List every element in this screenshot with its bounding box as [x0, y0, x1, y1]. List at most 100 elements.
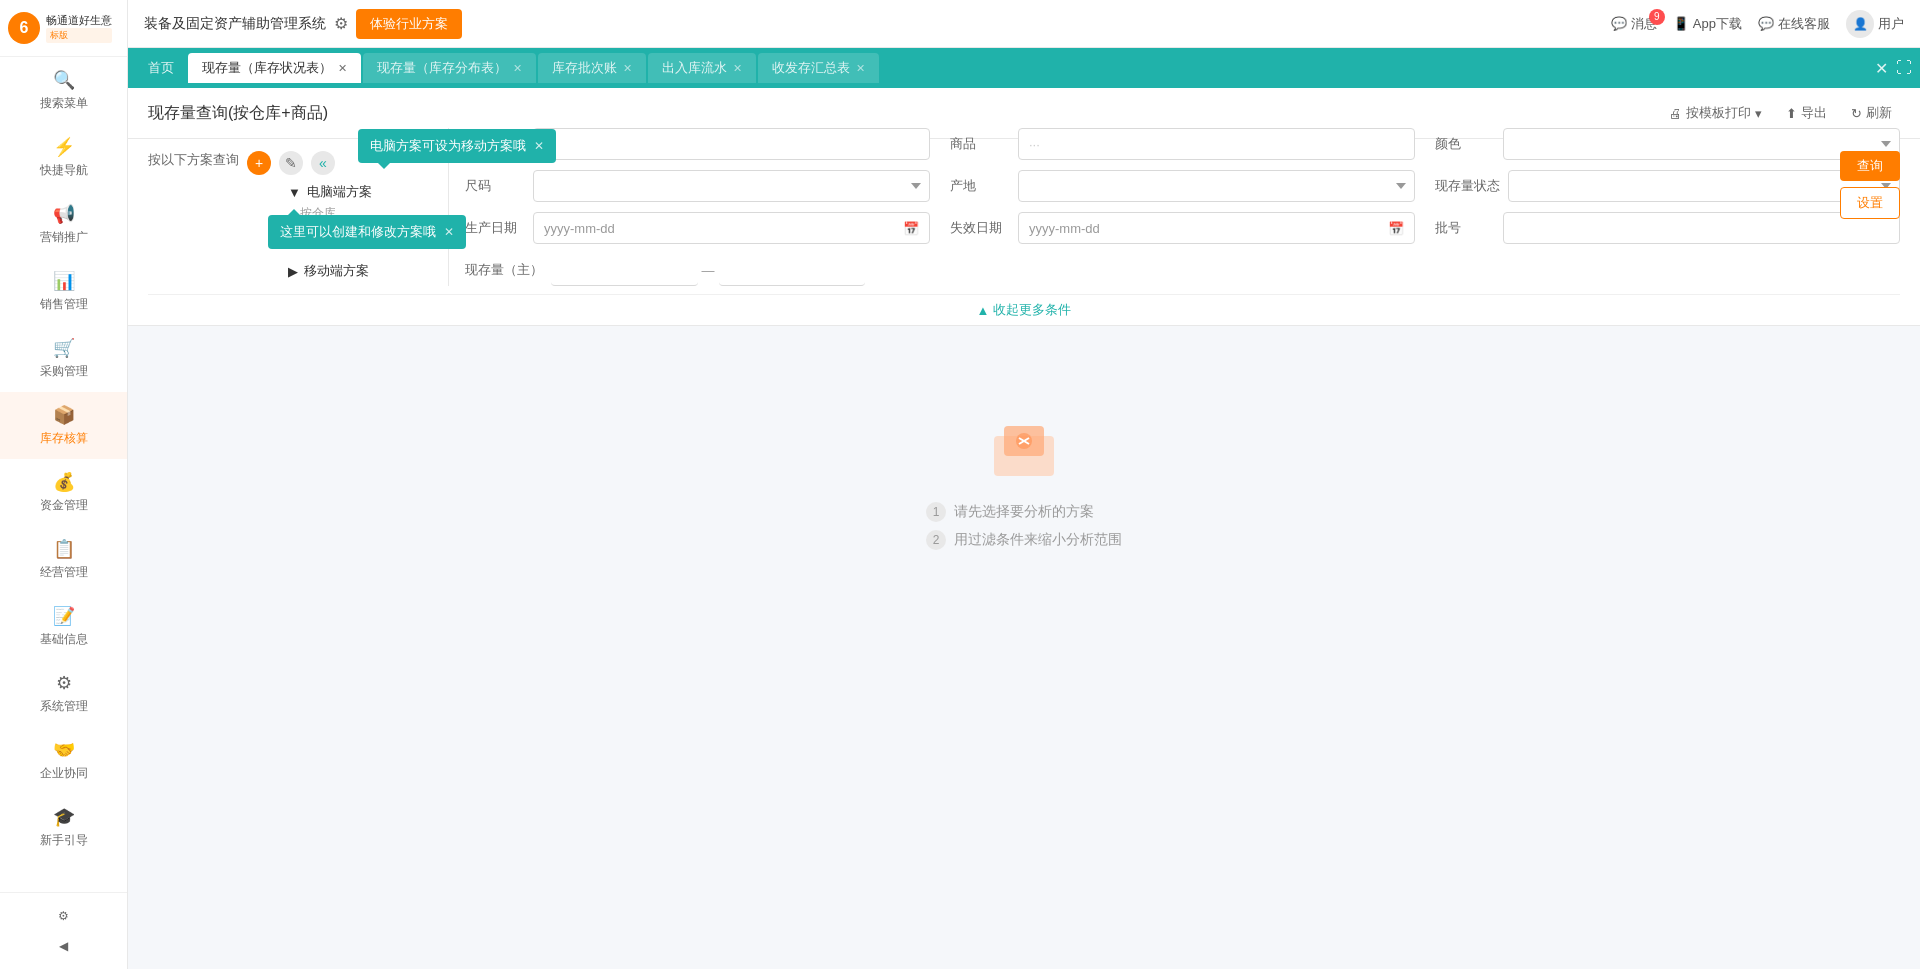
goods-input[interactable]: ···	[1018, 128, 1415, 160]
message-btn[interactable]: 💬 9 消息	[1611, 15, 1657, 33]
goods-dots: ···	[1029, 137, 1404, 152]
color-label: 颜色	[1435, 135, 1495, 153]
tab-stock-status-label: 现存量（库存状况表）	[202, 59, 332, 77]
tab-minimize-icon[interactable]: ✕	[1875, 59, 1888, 78]
online-service-btn[interactable]: 💬 在线客服	[1758, 15, 1830, 33]
sidebar-item-sales[interactable]: 📊 销售管理	[0, 258, 127, 325]
app-download-label: App下载	[1693, 15, 1742, 33]
scheme-list-area: ▼ 电脑端方案 按仓库 这里可以创建和修改方案哦 ✕ ▶ 移动端方案	[288, 183, 1900, 280]
tab-inout-flow[interactable]: 出入库流水 ✕	[648, 53, 756, 83]
tab-fullscreen-icon[interactable]: ⛶	[1896, 59, 1912, 78]
message-icon: 💬	[1611, 16, 1627, 31]
app-download-btn[interactable]: 📱 App下载	[1673, 15, 1742, 33]
operations-icon: 📋	[53, 538, 75, 560]
search-icon: 🔍	[53, 69, 75, 91]
export-icon: ⬆	[1786, 106, 1797, 121]
tab-stock-status[interactable]: 现存量（库存状况表） ✕	[188, 53, 361, 83]
sidebar-item-collab[interactable]: 🤝 企业协同	[0, 727, 127, 794]
inventory-icon: 📦	[53, 404, 75, 426]
sidebar-item-marketing[interactable]: 📢 营销推广	[0, 191, 127, 258]
tab-batch-close[interactable]: ✕	[623, 62, 632, 75]
mobile-scheme-header[interactable]: ▶ 移动端方案	[288, 262, 1900, 280]
tab-summary[interactable]: 收发存汇总表 ✕	[758, 53, 879, 83]
settings-button[interactable]: 设置	[1840, 187, 1900, 219]
tab-summary-label: 收发存汇总表	[772, 59, 850, 77]
industry-plan-button[interactable]: 体验行业方案	[356, 9, 462, 39]
tab-batch-ledger[interactable]: 库存批次账 ✕	[538, 53, 646, 83]
tab-summary-close[interactable]: ✕	[856, 62, 865, 75]
sidebar-label-inventory: 库存核算	[40, 430, 88, 447]
user-btn[interactable]: 👤 用户	[1846, 10, 1904, 38]
back-scheme-btn[interactable]: «	[311, 151, 335, 175]
logo-area: 6 畅通道好生意 标版	[0, 0, 127, 57]
system-title: 装备及固定资产辅助管理系统	[144, 15, 326, 33]
brand-badge: 标版	[46, 28, 112, 43]
newbie-icon: 🎓	[53, 806, 75, 828]
tab-stock-dist[interactable]: 现存量（库存分布表） ✕	[363, 53, 536, 83]
sidebar-label-search: 搜索菜单	[40, 95, 88, 112]
query-button[interactable]: 查询	[1840, 151, 1900, 181]
tab-stock-dist-label: 现存量（库存分布表）	[377, 59, 507, 77]
online-service-label: 在线客服	[1778, 15, 1830, 33]
sidebar-label-finance: 资金管理	[40, 497, 88, 514]
template-print-btn[interactable]: 🖨 按模板打印 ▾	[1661, 100, 1770, 126]
sidebar-label-marketing: 营销推广	[40, 229, 88, 246]
topbar: 装备及固定资产辅助管理系统 ⚙ 体验行业方案 💬 9 消息 📱 App下载 💬 …	[128, 0, 1920, 48]
sidebar-item-finance[interactable]: 💰 资金管理	[0, 459, 127, 526]
sidebar-settings-btn[interactable]: ⚙	[0, 901, 127, 931]
export-btn[interactable]: ⬆ 导出	[1778, 100, 1835, 126]
empty-hints: 1 请先选择要分析的方案 2 用过滤条件来缩小分析范围	[926, 502, 1122, 550]
pc-scheme-header[interactable]: ▼ 电脑端方案	[288, 183, 1900, 201]
filter-section: 按以下方案查询 + ✎ « 电脑方案可设为移动方案哦 ✕ ▼	[128, 139, 1920, 326]
chevron-up-icon: ▲	[977, 303, 990, 318]
sidebar-item-operations[interactable]: 📋 经营管理	[0, 526, 127, 593]
main-area: 装备及固定资产辅助管理系统 ⚙ 体验行业方案 💬 9 消息 📱 App下载 💬 …	[128, 0, 1920, 969]
logo-icon: 6	[8, 12, 40, 44]
sidebar-item-basicinfo[interactable]: 📝 基础信息	[0, 593, 127, 660]
tab-home[interactable]: 首页	[136, 53, 186, 83]
settings-icon: ⚙	[58, 909, 69, 923]
sidebar-nav: 🔍 搜索菜单 ⚡ 快捷导航 📢 营销推广 📊 销售管理 🛒 采购管理 📦	[0, 57, 127, 892]
collapse-label: 收起更多条件	[993, 301, 1071, 319]
tab-inout-close[interactable]: ✕	[733, 62, 742, 75]
sidebar-label-basicinfo: 基础信息	[40, 631, 88, 648]
hint1-num: 1	[926, 502, 946, 522]
sidebar-item-purchase[interactable]: 🛒 采购管理	[0, 325, 127, 392]
topbar-gear-icon[interactable]: ⚙	[334, 14, 348, 33]
goods-label: 商品	[950, 135, 1010, 153]
marketing-icon: 📢	[53, 203, 75, 225]
tab-stock-status-close[interactable]: ✕	[338, 62, 347, 75]
sidebar-collapse-btn[interactable]: ◀	[0, 931, 127, 961]
avatar: 👤	[1846, 10, 1874, 38]
tab-stock-dist-close[interactable]: ✕	[513, 62, 522, 75]
tooltip1-text: 电脑方案可设为移动方案哦	[370, 137, 526, 155]
tooltip2-text: 这里可以创建和修改方案哦	[280, 223, 436, 241]
sidebar-item-inventory[interactable]: 📦 库存核算	[0, 392, 127, 459]
sidebar-item-search[interactable]: 🔍 搜索菜单	[0, 57, 127, 124]
tooltip-pc-scheme: 电脑方案可设为移动方案哦 ✕	[358, 129, 556, 163]
sidebar-item-newbie[interactable]: 🎓 新手引导	[0, 794, 127, 861]
edit-scheme-btn[interactable]: ✎	[279, 151, 303, 175]
tooltip2-close[interactable]: ✕	[444, 225, 454, 239]
collapse-filter-btn[interactable]: ▲ 收起更多条件	[148, 294, 1900, 325]
refresh-btn[interactable]: ↻ 刷新	[1843, 100, 1900, 126]
service-icon: 💬	[1758, 16, 1774, 31]
hint2-text: 用过滤条件来缩小分析范围	[954, 531, 1122, 549]
goods-filter: 商品 ···	[950, 128, 1415, 160]
sidebar-item-system[interactable]: ⚙ 系统管理	[0, 660, 127, 727]
sidebar-item-quicknav[interactable]: ⚡ 快捷导航	[0, 124, 127, 191]
quicknav-icon: ⚡	[53, 136, 75, 158]
tab-inout-flow-label: 出入库流水	[662, 59, 727, 77]
warehouse-input[interactable]: ···	[533, 128, 930, 160]
hint1-text: 请先选择要分析的方案	[954, 503, 1094, 521]
sidebar-bottom: ⚙ ◀	[0, 892, 127, 969]
phone-icon: 📱	[1673, 16, 1689, 31]
tooltip-edit-scheme: 这里可以创建和修改方案哦 ✕	[268, 215, 466, 249]
brand-name: 畅通道好生意	[46, 13, 112, 28]
sidebar-label-purchase: 采购管理	[40, 363, 88, 380]
sidebar: 6 畅通道好生意 标版 🔍 搜索菜单 ⚡ 快捷导航 📢 营销推广 📊 销售	[0, 0, 128, 969]
add-scheme-btn[interactable]: +	[247, 151, 271, 175]
pc-scheme-item1[interactable]: 按仓库	[300, 205, 1900, 222]
filter-row1: 按仓库 ··· 商品 ··· 颜色	[465, 128, 1900, 160]
tooltip1-close[interactable]: ✕	[534, 139, 544, 153]
